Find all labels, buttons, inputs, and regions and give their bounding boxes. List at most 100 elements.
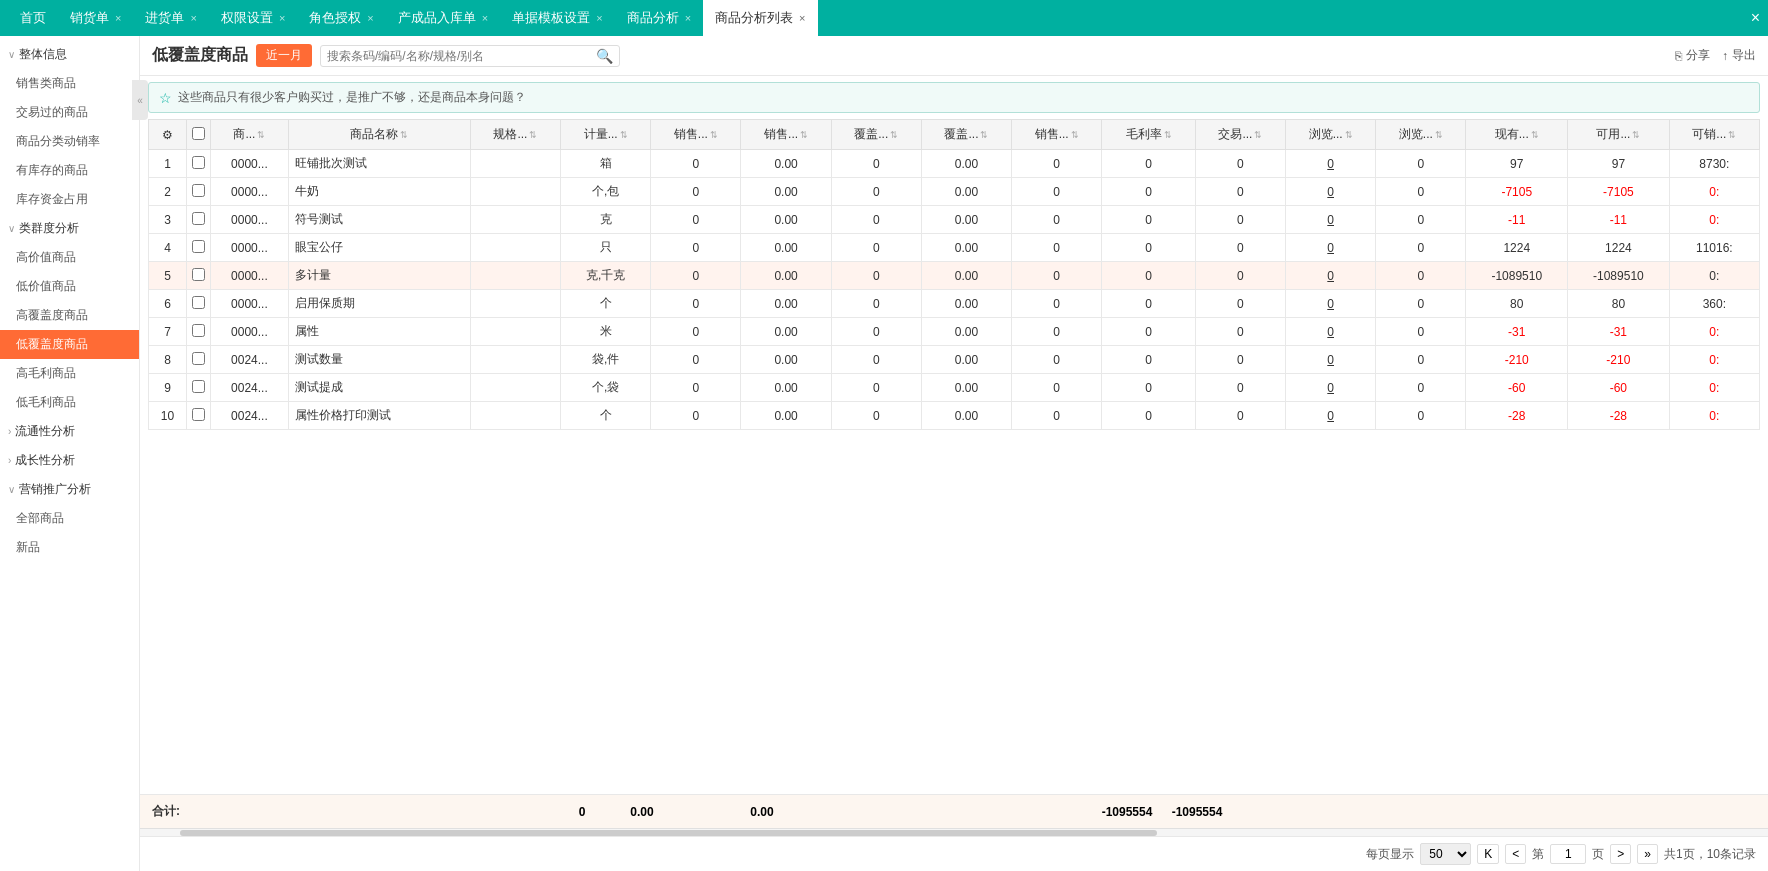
search-icon[interactable]: 🔍 xyxy=(596,48,613,64)
browse-link[interactable]: 0 xyxy=(1327,213,1334,227)
th-browse2[interactable]: 浏览...⇅ xyxy=(1376,120,1466,150)
select-all-checkbox[interactable] xyxy=(192,127,205,140)
sidebar-section-marketing[interactable]: ∨ 营销推广分析 xyxy=(0,475,139,504)
cell-check[interactable] xyxy=(187,346,211,374)
th-cover1[interactable]: 覆盖...⇅ xyxy=(831,120,921,150)
row-checkbox[interactable] xyxy=(192,212,205,225)
sidebar-item-low-gross[interactable]: 低毛利商品 xyxy=(0,388,139,417)
time-filter-button[interactable]: 近一月 xyxy=(256,44,312,67)
cell-browse1[interactable]: 0 xyxy=(1286,290,1376,318)
row-checkbox[interactable] xyxy=(192,380,205,393)
row-checkbox[interactable] xyxy=(192,324,205,337)
sidebar-collapse-button[interactable]: « xyxy=(132,80,148,120)
sidebar-item-low-value[interactable]: 低价值商品 xyxy=(0,272,139,301)
first-page-button[interactable]: K xyxy=(1477,844,1499,864)
nav-close-icon[interactable]: × xyxy=(482,12,488,24)
th-sales-amt[interactable]: 销售...⇅ xyxy=(741,120,831,150)
row-checkbox[interactable] xyxy=(192,184,205,197)
sidebar-item-category-turnover[interactable]: 商品分类动销率 xyxy=(0,127,139,156)
cell-check[interactable] xyxy=(187,374,211,402)
browse-link[interactable]: 0 xyxy=(1327,269,1334,283)
sidebar-item-high-coverage[interactable]: 高覆盖度商品 xyxy=(0,301,139,330)
nav-product-analysis-list[interactable]: 商品分析列表 × xyxy=(703,0,817,36)
th-sales-qty[interactable]: 销售...⇅ xyxy=(651,120,741,150)
sidebar-item-high-value[interactable]: 高价值商品 xyxy=(0,243,139,272)
horizontal-scrollbar[interactable] xyxy=(140,828,1768,836)
row-checkbox[interactable] xyxy=(192,156,205,169)
nav-close-icon[interactable]: × xyxy=(685,12,691,24)
cell-browse1[interactable]: 0 xyxy=(1286,346,1376,374)
share-button[interactable]: ⎘ 分享 xyxy=(1675,47,1710,64)
nav-home[interactable]: 首页 xyxy=(8,0,58,36)
th-cover2[interactable]: 覆盖...⇅ xyxy=(921,120,1011,150)
nav-role-auth[interactable]: 角色授权 × xyxy=(297,0,385,36)
th-unit[interactable]: 计量...⇅ xyxy=(561,120,651,150)
next-page-button[interactable]: > xyxy=(1610,844,1631,864)
sidebar-item-low-coverage[interactable]: 低覆盖度商品 xyxy=(0,330,139,359)
row-checkbox[interactable] xyxy=(192,296,205,309)
nav-close-icon[interactable]: × xyxy=(367,12,373,24)
prev-page-button[interactable]: < xyxy=(1505,844,1526,864)
cell-browse1[interactable]: 0 xyxy=(1286,374,1376,402)
cell-browse1[interactable]: 0 xyxy=(1286,402,1376,430)
sidebar-item-inventory-capital[interactable]: 库存资金占用 xyxy=(0,185,139,214)
nav-close-icon[interactable]: × xyxy=(799,12,805,24)
browse-link[interactable]: 0 xyxy=(1327,157,1334,171)
nav-doc-template[interactable]: 单据模板设置 × xyxy=(500,0,614,36)
sidebar-section-cluster[interactable]: ∨ 类群度分析 xyxy=(0,214,139,243)
sidebar-item-high-gross[interactable]: 高毛利商品 xyxy=(0,359,139,388)
th-settings[interactable]: ⚙ xyxy=(149,120,187,150)
nav-product-inbound[interactable]: 产成品入库单 × xyxy=(386,0,500,36)
search-input[interactable] xyxy=(327,49,596,63)
browse-link[interactable]: 0 xyxy=(1327,353,1334,367)
sidebar-section-growth[interactable]: › 成长性分析 xyxy=(0,446,139,475)
sidebar-item-all-goods[interactable]: 全部商品 xyxy=(0,504,139,533)
row-checkbox[interactable] xyxy=(192,352,205,365)
cell-check[interactable] xyxy=(187,150,211,178)
cell-check[interactable] xyxy=(187,262,211,290)
th-current-stock[interactable]: 现有...⇅ xyxy=(1466,120,1568,150)
th-saleable[interactable]: 可销...⇅ xyxy=(1669,120,1759,150)
export-button[interactable]: ↑ 导出 xyxy=(1722,47,1756,64)
sidebar-section-overall[interactable]: ∨ 整体信息 xyxy=(0,40,139,69)
nav-close-icon[interactable]: × xyxy=(596,12,602,24)
nav-close-icon[interactable]: × xyxy=(190,12,196,24)
cell-check[interactable] xyxy=(187,234,211,262)
nav-product-analysis[interactable]: 商品分析 × xyxy=(615,0,703,36)
browse-link[interactable]: 0 xyxy=(1327,325,1334,339)
sidebar-item-sales-goods[interactable]: 销售类商品 xyxy=(0,69,139,98)
sidebar-item-stock-goods[interactable]: 有库存的商品 xyxy=(0,156,139,185)
cell-browse1[interactable]: 0 xyxy=(1286,318,1376,346)
cell-check[interactable] xyxy=(187,290,211,318)
th-browse1[interactable]: 浏览...⇅ xyxy=(1286,120,1376,150)
browse-link[interactable]: 0 xyxy=(1327,185,1334,199)
nav-sales-order[interactable]: 销货单 × xyxy=(58,0,133,36)
cell-browse1[interactable]: 0 xyxy=(1286,178,1376,206)
browse-link[interactable]: 0 xyxy=(1327,381,1334,395)
nav-close-icon[interactable]: × xyxy=(279,12,285,24)
row-checkbox[interactable] xyxy=(192,268,205,281)
sidebar-section-circulation[interactable]: › 流通性分析 xyxy=(0,417,139,446)
sidebar-item-new-goods[interactable]: 新品 xyxy=(0,533,139,562)
nav-purchase-order[interactable]: 进货单 × xyxy=(133,0,208,36)
per-page-select[interactable]: 50 20 100 200 xyxy=(1420,843,1471,865)
cell-browse1[interactable]: 0 xyxy=(1286,206,1376,234)
row-checkbox[interactable] xyxy=(192,408,205,421)
th-trade[interactable]: 交易...⇅ xyxy=(1195,120,1285,150)
browse-link[interactable]: 0 xyxy=(1327,241,1334,255)
cell-check[interactable] xyxy=(187,206,211,234)
nav-permission-settings[interactable]: 权限设置 × xyxy=(209,0,297,36)
cell-check[interactable] xyxy=(187,318,211,346)
cell-browse1[interactable]: 0 xyxy=(1286,262,1376,290)
th-name[interactable]: 商品名称⇅ xyxy=(288,120,470,150)
browse-link[interactable]: 0 xyxy=(1327,297,1334,311)
nav-close-icon[interactable]: × xyxy=(115,12,121,24)
th-available[interactable]: 可用...⇅ xyxy=(1568,120,1670,150)
th-spec[interactable]: 规格...⇅ xyxy=(470,120,560,150)
th-code[interactable]: 商...⇅ xyxy=(211,120,289,150)
table-container[interactable]: ⚙ 商...⇅ 商品名称⇅ 规格...⇅ 计量...⇅ 销售...⇅ 销售...… xyxy=(148,119,1760,794)
cell-browse1[interactable]: 0 xyxy=(1286,150,1376,178)
page-number-input[interactable] xyxy=(1550,844,1586,864)
cell-check[interactable] xyxy=(187,402,211,430)
th-sales2[interactable]: 销售...⇅ xyxy=(1012,120,1102,150)
